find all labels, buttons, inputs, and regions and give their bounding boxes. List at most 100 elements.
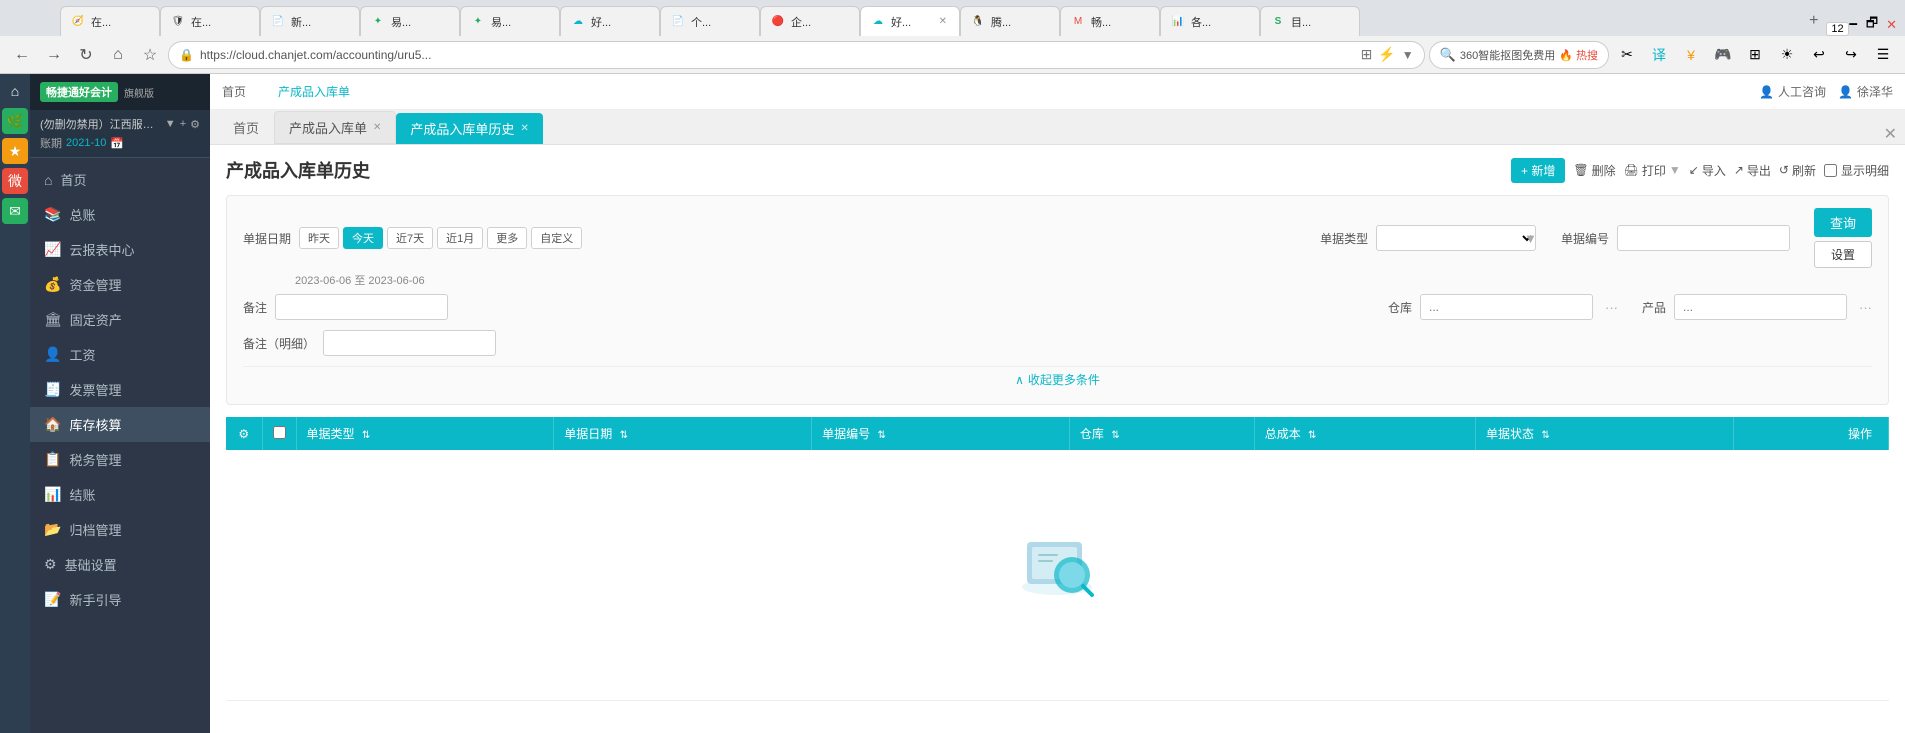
tab-5[interactable]: ✦ 易... [460, 6, 560, 36]
quick-mail-icon[interactable]: ✉ [2, 198, 28, 224]
sidebar-item-new-account[interactable]: 📝 新手引导 [30, 582, 210, 617]
tab-12[interactable]: 📊 各... [1160, 6, 1260, 36]
new-button[interactable]: + 新增 [1511, 158, 1565, 183]
restore-icon[interactable]: 🗗 [1866, 14, 1878, 36]
game-icon[interactable]: 🎮 [1709, 41, 1737, 69]
settings-col-header[interactable]: ⚙ [226, 417, 262, 450]
company-selector[interactable]: (勿删勿禁用）江西服宝测试专用 ▼ + ⚙ [40, 116, 200, 132]
close-icon[interactable]: ✕ [1886, 17, 1897, 33]
quick-star-icon[interactable]: ★ [2, 138, 28, 164]
period-value[interactable]: 2021-10 [66, 137, 106, 149]
export-button[interactable]: ↗ 导出 [1734, 162, 1771, 179]
print-button[interactable]: 🖨 打印 ▼ [1624, 162, 1681, 179]
lightning-icon[interactable]: ⚡ [1378, 46, 1395, 63]
sidebar-item-general-ledger[interactable]: 📚 总账 [30, 197, 210, 232]
product-more-icon[interactable]: ··· [1859, 300, 1872, 315]
sidebar-item-salary[interactable]: 👤 工资 [30, 337, 210, 372]
product-filter-input[interactable] [1674, 294, 1847, 320]
forward2-icon[interactable]: ↪ [1837, 41, 1865, 69]
date-yesterday-btn[interactable]: 昨天 [299, 227, 339, 249]
tab-11[interactable]: M 畅... [1060, 6, 1160, 36]
tab-home[interactable]: 首页 [218, 111, 274, 144]
checkbox-col-header[interactable] [262, 417, 296, 450]
new-tab-button[interactable]: + [1801, 6, 1826, 36]
tab-8[interactable]: 🔴 企... [760, 6, 860, 36]
tab-inventory-history[interactable]: 产成品入库单历史 ✕ [396, 113, 542, 144]
import-button[interactable]: ↙ 导入 [1689, 162, 1726, 179]
number-col-header[interactable]: 单据编号 ⇅ [812, 417, 1070, 450]
warehouse-col-header[interactable]: 仓库 ⇅ [1069, 417, 1254, 450]
reload-button[interactable]: ↻ [72, 41, 100, 69]
tab-9-close[interactable]: ✕ [937, 14, 949, 29]
company-dropdown-icon[interactable]: ▼ [165, 118, 176, 130]
minimize-icon[interactable]: 🗕 [1849, 14, 1858, 36]
settings-gear-icon[interactable]: ⚙ [190, 118, 200, 131]
sidebar-item-settlement[interactable]: 📊 结账 [30, 477, 210, 512]
menu-icon[interactable]: ☰ [1869, 41, 1897, 69]
query-button[interactable]: 查询 [1814, 208, 1872, 237]
back2-icon[interactable]: ↩ [1805, 41, 1833, 69]
sidebar-item-report[interactable]: 📈 云报表中心 [30, 232, 210, 267]
date-today-btn[interactable]: 今天 [343, 227, 383, 249]
currency-icon[interactable]: ¥ [1677, 41, 1705, 69]
search-box[interactable]: 🔍 360智能抠图免费用 🔥 热搜 [1429, 41, 1609, 69]
url-bar[interactable]: 🔒 https://cloud.chanjet.com/accounting/u… [168, 41, 1425, 69]
tab-inventory-list[interactable]: 产成品入库单 ✕ [274, 111, 396, 144]
warehouse-more-icon[interactable]: ··· [1605, 300, 1618, 315]
breadcrumb-home[interactable]: 首页 [222, 83, 246, 100]
breadcrumb-list[interactable]: 产成品入库单 [278, 83, 350, 100]
date-7days-btn[interactable]: 近7天 [387, 227, 433, 249]
detail-note-filter-input[interactable] [323, 330, 496, 356]
cut-icon[interactable]: ✂ [1613, 41, 1641, 69]
tab-10[interactable]: 🐧 腾... [960, 6, 1060, 36]
quick-main-icon[interactable]: 🌿 [2, 108, 28, 134]
warehouse-filter-input[interactable] [1420, 294, 1593, 320]
select-all-checkbox[interactable] [273, 426, 286, 439]
sidebar-item-fixed-assets[interactable]: 🏛 固定资产 [30, 302, 210, 337]
type-col-header[interactable]: 单据类型 ⇅ [296, 417, 554, 450]
quick-home-icon[interactable]: ⌂ [2, 78, 28, 104]
tab-inventory-list-close[interactable]: ✕ [373, 122, 381, 133]
type-filter-select[interactable] [1376, 225, 1536, 251]
consult-button[interactable]: 👤 人工咨询 [1759, 83, 1826, 100]
number-filter-input[interactable] [1617, 225, 1790, 251]
theme-icon[interactable]: ☀ [1773, 41, 1801, 69]
date-more-btn[interactable]: 更多 [487, 227, 527, 249]
translate-icon[interactable]: 译 [1645, 41, 1673, 69]
note-filter-input[interactable] [275, 294, 448, 320]
sidebar-item-home[interactable]: ⌂ 首页 [30, 162, 210, 197]
panel-close-button[interactable]: ✕ [1884, 124, 1897, 144]
tab-1[interactable]: 🧭 在... [60, 6, 160, 36]
tab-7[interactable]: 📄 个... [660, 6, 760, 36]
sidebar-item-settings[interactable]: ⚙ 基础设置 [30, 547, 210, 582]
add-icon[interactable]: + [180, 118, 186, 130]
date-col-header[interactable]: 单据日期 ⇅ [554, 417, 812, 450]
grid-icon[interactable]: ⊞ [1361, 46, 1373, 63]
home-button[interactable]: ⌂ [104, 41, 132, 69]
print-dropdown-icon[interactable]: ▼ [1669, 163, 1681, 177]
total-cost-col-header[interactable]: 总成本 ⇅ [1254, 417, 1475, 450]
date-custom-btn[interactable]: 自定义 [531, 227, 582, 249]
status-col-header[interactable]: 单据状态 ⇅ [1475, 417, 1733, 450]
refresh-button[interactable]: ↺ 刷新 [1779, 162, 1816, 179]
tab-inventory-history-close[interactable]: ✕ [520, 123, 528, 134]
collapse-button[interactable]: ∧ 收起更多条件 [243, 366, 1872, 392]
sidebar-item-archive[interactable]: 📂 归档管理 [30, 512, 210, 547]
delete-button[interactable]: 🗑 删除 [1573, 162, 1615, 179]
forward-button[interactable]: → [40, 41, 68, 69]
sidebar-item-inventory[interactable]: 🏠 库存核算 [30, 407, 210, 442]
url-dropdown-icon[interactable]: ▼ [1402, 48, 1414, 62]
sidebar-item-invoice[interactable]: 🧾 发票管理 [30, 372, 210, 407]
set-button[interactable]: 设置 [1814, 241, 1872, 268]
bookmark-button[interactable]: ☆ [136, 41, 164, 69]
tab-6[interactable]: ☁ 好... [560, 6, 660, 36]
sidebar-item-fund[interactable]: 💰 资金管理 [30, 267, 210, 302]
tab-13[interactable]: S 目... [1260, 6, 1360, 36]
tab-9-active[interactable]: ☁ 好... ✕ [860, 6, 960, 36]
date-1month-btn[interactable]: 近1月 [437, 227, 483, 249]
show-columns-checkbox[interactable] [1824, 164, 1837, 177]
quick-weibo-icon[interactable]: 微 [2, 168, 28, 194]
user-button[interactable]: 👤 徐泽华 [1838, 83, 1893, 100]
hot-search-badge[interactable]: 🔥 热搜 [1559, 47, 1598, 63]
tab-2[interactable]: 🛡 在... [160, 6, 260, 36]
